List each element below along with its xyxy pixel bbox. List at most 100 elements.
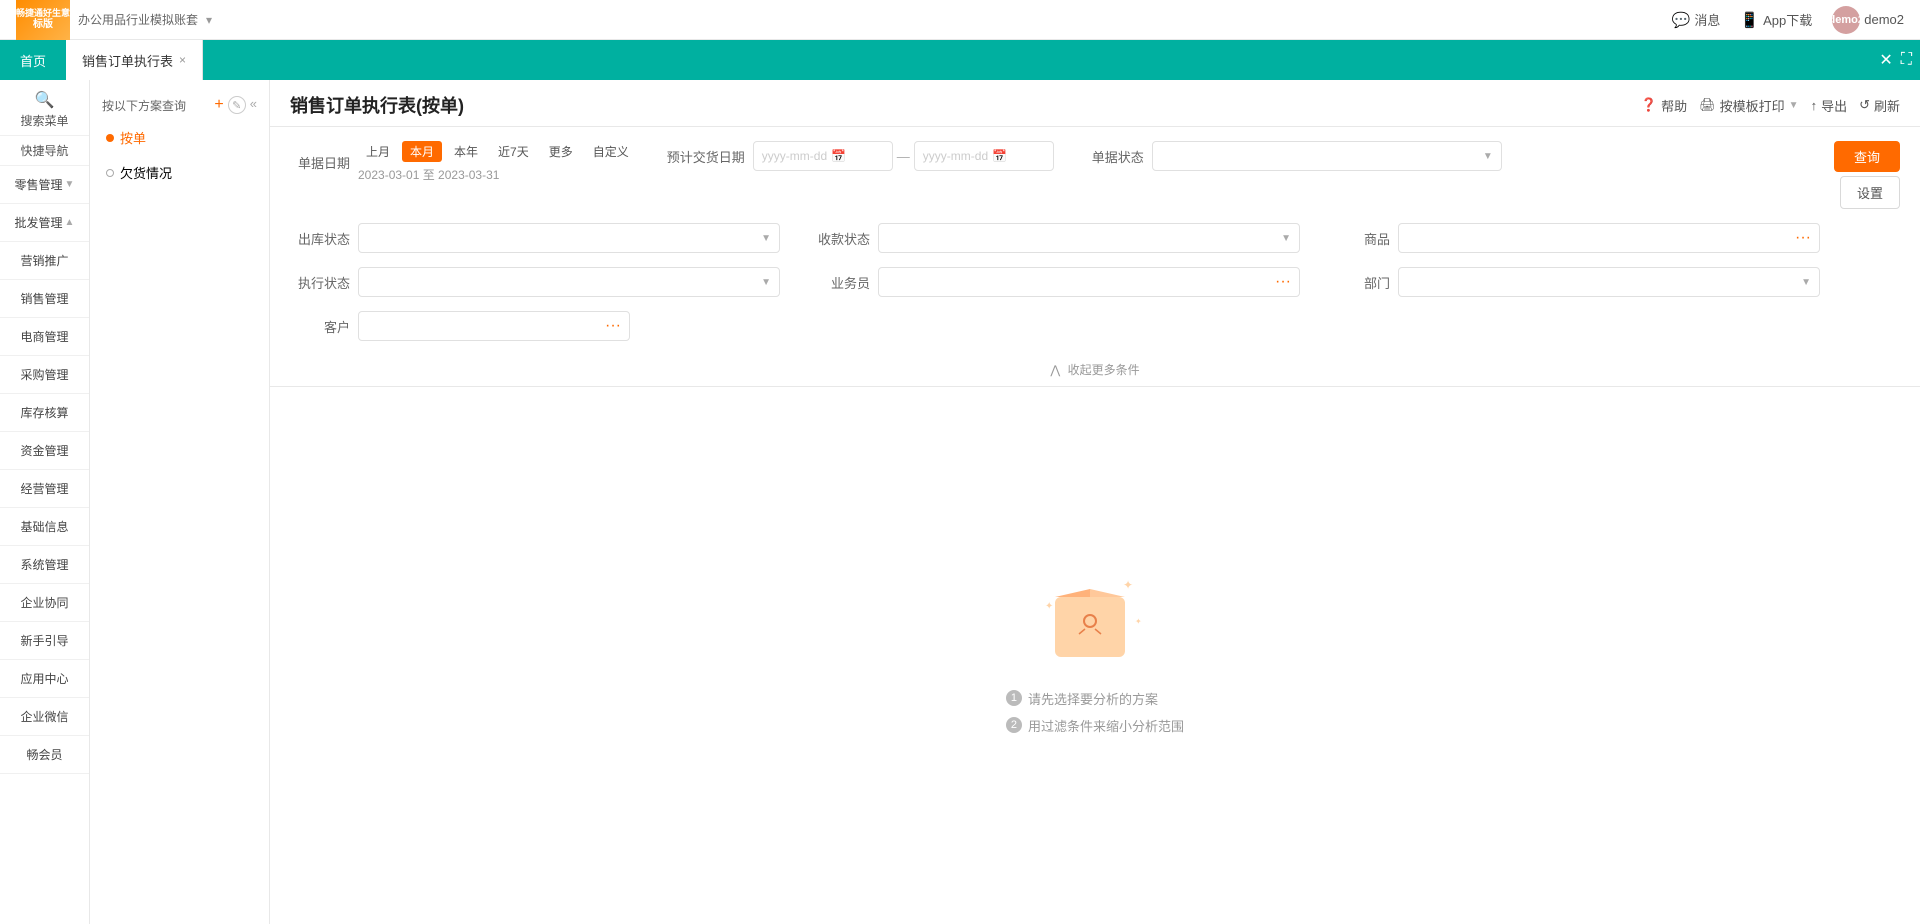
settings-btn[interactable]: 设置 bbox=[1840, 176, 1900, 209]
page-actions: ❓ 帮助 🖨 按模板打印 ▼ ↑ 导出 bbox=[1641, 96, 1900, 115]
dept-select[interactable]: ▼ bbox=[1398, 267, 1820, 297]
tab-sales-exec[interactable]: 销售订单执行表 × bbox=[66, 40, 203, 80]
sidebar-item-inventory[interactable]: 库存核算 bbox=[0, 394, 89, 432]
window-close-btn[interactable]: ✕ bbox=[1879, 50, 1892, 70]
user-avatar-area[interactable]: demo2 demo2 bbox=[1832, 6, 1904, 34]
filter-row-3: 执行状态 ▼ 业务员 ··· bbox=[290, 267, 1900, 297]
date-tab-custom[interactable]: 自定义 bbox=[585, 141, 637, 162]
empty-hint-1: 1 请先选择要分析的方案 bbox=[1006, 689, 1184, 708]
sidebar-item-member[interactable]: 畅会员 bbox=[0, 736, 89, 774]
svg-text:✦: ✦ bbox=[1123, 578, 1133, 592]
svg-text:✦: ✦ bbox=[1135, 617, 1142, 626]
expected-date-end-input[interactable]: yyyy-mm-dd 📅 bbox=[914, 141, 1054, 171]
tab-bar: 首页 销售订单执行表 × ✕ ⛶ bbox=[0, 40, 1920, 80]
window-expand-btn[interactable]: ⛶ bbox=[1901, 51, 1912, 69]
date-tab-7days[interactable]: 近7天 bbox=[490, 141, 537, 162]
breadcrumb-arrow-icon[interactable]: ▾ bbox=[206, 13, 212, 27]
help-label: 帮助 bbox=[1661, 96, 1687, 115]
panel-menu-item-order[interactable]: 按单 bbox=[90, 120, 269, 155]
date-tab-thismonth[interactable]: 本月 bbox=[402, 141, 442, 162]
sidebar-item-basic[interactable]: 基础信息 bbox=[0, 508, 89, 546]
expected-date-start-input[interactable]: yyyy-mm-dd 📅 bbox=[753, 141, 893, 171]
top-bar: 畅捷通好生意 标版 办公用品行业模拟账套 ▾ 💬 消息 📱 App下载 demo… bbox=[0, 0, 1920, 40]
out-status-label: 出库状态 bbox=[290, 229, 350, 248]
dept-arrow-icon: ▼ bbox=[1801, 277, 1811, 288]
exec-status-group: 执行状态 ▼ bbox=[290, 267, 780, 297]
sidebar-item-newbie[interactable]: 新手引导 bbox=[0, 622, 89, 660]
panel-item-order-label: 按单 bbox=[120, 128, 146, 147]
sidebar-item-marketing[interactable]: 营销推广 bbox=[0, 242, 89, 280]
sidebar-item-finance[interactable]: 资金管理 bbox=[0, 432, 89, 470]
collapse-up-icon: ⋀ bbox=[1050, 363, 1060, 377]
panel-collapse-btn[interactable]: « bbox=[250, 96, 257, 114]
panel-add-btn[interactable]: + bbox=[214, 96, 223, 114]
sidebar-item-apps[interactable]: 应用中心 bbox=[0, 660, 89, 698]
exec-status-label: 执行状态 bbox=[290, 273, 350, 292]
customer-dots-icon[interactable]: ··· bbox=[605, 317, 621, 335]
help-btn[interactable]: ❓ 帮助 bbox=[1641, 96, 1687, 115]
date-tab-lastmonth[interactable]: 上月 bbox=[358, 141, 398, 162]
filter-row-1: 单据日期 上月 本月 本年 近7天 更多 自定义 20 bbox=[290, 141, 1900, 209]
out-status-select[interactable]: ▼ bbox=[358, 223, 780, 253]
collect-status-label: 收款状态 bbox=[810, 229, 870, 248]
sidebar-item-sales[interactable]: 销售管理 bbox=[0, 280, 89, 318]
sidebar-item-corp[interactable]: 企业协同 bbox=[0, 584, 89, 622]
sidebar-item-wechat[interactable]: 企业微信 bbox=[0, 698, 89, 736]
logo-subtext: 标版 bbox=[33, 19, 53, 31]
search-btn[interactable]: 查询 bbox=[1834, 141, 1900, 172]
sidebar-item-wholesale-label: 批发管理 bbox=[15, 214, 63, 231]
filter-area: 单据日期 上月 本月 本年 近7天 更多 自定义 20 bbox=[270, 127, 1920, 387]
page-header: 销售订单执行表(按单) ❓ 帮助 🖨 按模板打印 ▼ bbox=[270, 80, 1920, 127]
sidebar-search[interactable]: 🔍 搜索菜单 bbox=[0, 80, 89, 136]
product-input[interactable]: ··· bbox=[1398, 223, 1820, 253]
customer-label: 客户 bbox=[290, 317, 350, 336]
empty-svg-icon: ✦ ✦ ✦ bbox=[1035, 569, 1155, 669]
message-label: 消息 bbox=[1694, 10, 1720, 29]
date-tab-more[interactable]: 更多 bbox=[541, 141, 581, 162]
date-group: 单据日期 上月 本月 本年 近7天 更多 自定义 20 bbox=[290, 141, 637, 183]
svg-text:✦: ✦ bbox=[1045, 601, 1053, 612]
tab-close-icon[interactable]: × bbox=[179, 53, 186, 67]
date-tab-thisyear[interactable]: 本年 bbox=[446, 141, 486, 162]
collapse-bar[interactable]: ⋀ 收起更多条件 bbox=[290, 355, 1900, 386]
dept-label: 部门 bbox=[1330, 273, 1390, 292]
page-title-row: 销售订单执行表(按单) ❓ 帮助 🖨 按模板打印 ▼ bbox=[290, 92, 1900, 118]
sidebar-item-retail[interactable]: 零售管理 ▼ bbox=[0, 166, 89, 204]
salesman-dots-icon[interactable]: ··· bbox=[1275, 273, 1291, 291]
panel-menu-item-shortage[interactable]: 欠货情况 bbox=[90, 155, 269, 190]
status-group: 单据状态 ▼ bbox=[1084, 141, 1826, 171]
refresh-btn[interactable]: ↺ 刷新 bbox=[1859, 96, 1900, 115]
print-btn[interactable]: 🖨 按模板打印 ▼ bbox=[1699, 96, 1798, 115]
empty-hint-2: 2 用过滤条件来缩小分析范围 bbox=[1006, 716, 1184, 735]
dept-group: 部门 ▼ bbox=[1330, 267, 1820, 297]
panel-dot-active-icon bbox=[106, 134, 114, 142]
exec-status-select[interactable]: ▼ bbox=[358, 267, 780, 297]
panel-edit-btn[interactable]: ✎ bbox=[228, 96, 246, 114]
app-download-btn[interactable]: 📱 App下载 bbox=[1740, 10, 1812, 29]
customer-input[interactable]: ··· bbox=[358, 311, 630, 341]
product-label: 商品 bbox=[1330, 229, 1390, 248]
hint-text-2: 用过滤条件来缩小分析范围 bbox=[1028, 716, 1184, 735]
sidebar-item-system[interactable]: 系统管理 bbox=[0, 546, 89, 584]
filter-row-4: 客户 ··· bbox=[290, 311, 1900, 341]
collect-status-select[interactable]: ▼ bbox=[878, 223, 1300, 253]
tab-home[interactable]: 首页 bbox=[0, 40, 66, 80]
sidebar-quick-nav[interactable]: 快捷导航 bbox=[0, 136, 89, 166]
tab-home-label: 首页 bbox=[20, 51, 46, 70]
print-icon: 🖨 bbox=[1699, 97, 1716, 113]
product-dots-icon[interactable]: ··· bbox=[1795, 229, 1811, 247]
print-label: 按模板打印 bbox=[1720, 96, 1785, 115]
sidebar-item-purchase[interactable]: 采购管理 bbox=[0, 356, 89, 394]
empty-hints: 1 请先选择要分析的方案 2 用过滤条件来缩小分析范围 bbox=[1006, 689, 1184, 743]
sidebar-item-ecommerce[interactable]: 电商管理 bbox=[0, 318, 89, 356]
sidebar-item-operation[interactable]: 经营管理 bbox=[0, 470, 89, 508]
export-icon: ↑ bbox=[1811, 98, 1818, 113]
status-select[interactable]: ▼ bbox=[1152, 141, 1502, 171]
out-status-arrow-icon: ▼ bbox=[761, 233, 771, 244]
app-icon: 📱 bbox=[1740, 11, 1759, 29]
salesman-input[interactable]: ··· bbox=[878, 267, 1300, 297]
avatar-initials: demo2 bbox=[1832, 14, 1860, 26]
sidebar-item-wholesale[interactable]: 批发管理 ▲ bbox=[0, 204, 89, 242]
message-btn[interactable]: 💬 消息 bbox=[1672, 10, 1721, 29]
export-btn[interactable]: ↑ 导出 bbox=[1811, 96, 1848, 115]
